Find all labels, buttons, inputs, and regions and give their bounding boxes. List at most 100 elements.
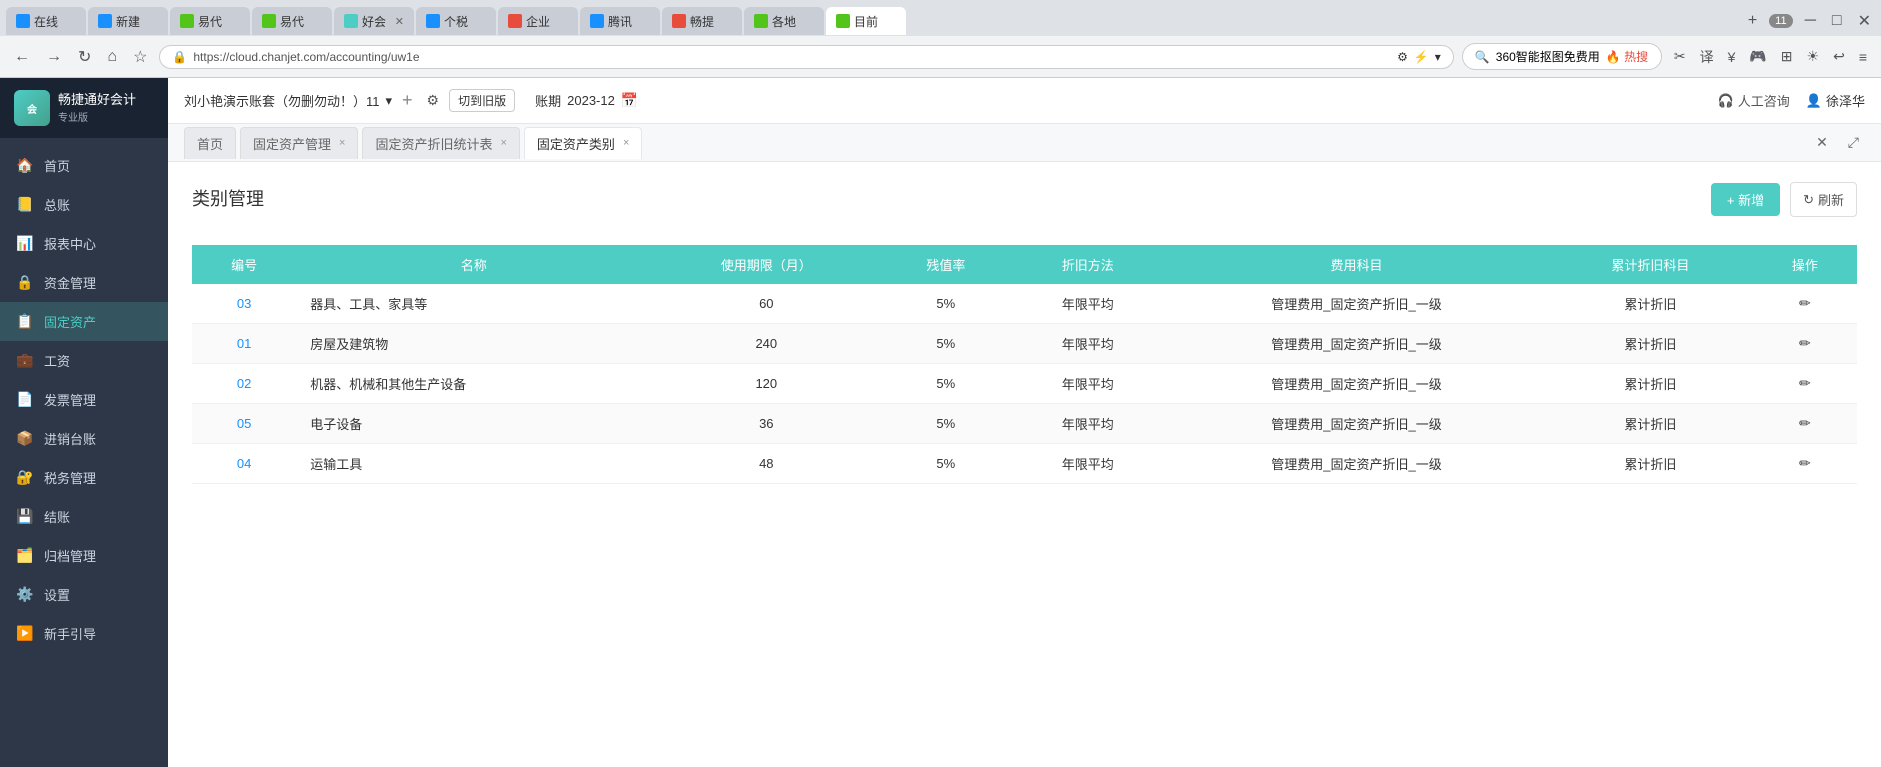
window-close-button[interactable]: ✕: [1854, 7, 1875, 35]
edit-button-row-2[interactable]: ✏: [1753, 364, 1857, 404]
page-tab-category-tab[interactable]: 固定资产类别 ×: [524, 127, 642, 159]
calendar-icon[interactable]: 📅: [621, 92, 638, 109]
content-toolbar: + 新增 ↻ 刷新: [1711, 182, 1857, 217]
home-button[interactable]: ⌂: [103, 44, 121, 70]
page-tab-fixed-assets-mgmt-tab[interactable]: 固定资产管理 ×: [240, 127, 358, 159]
col-header-3: 残值率: [881, 245, 1010, 284]
grid-icon[interactable]: ⊞: [1777, 44, 1797, 69]
sidebar-item-invoices[interactable]: 📄发票管理: [0, 380, 168, 419]
sidebar-item-purchase-sales[interactable]: 📦进销台账: [0, 419, 168, 458]
sidebar-item-salary[interactable]: 💼工资: [0, 341, 168, 380]
sidebar-label-tax: 税务管理: [44, 468, 96, 487]
page-tab-close-fixed-assets-mgmt-tab[interactable]: ×: [339, 137, 345, 149]
translate-icon[interactable]: 译: [1696, 43, 1718, 71]
sidebar-label-purchase-sales: 进销台账: [44, 429, 96, 448]
table-body: 03器具、工具、家具等605%年限平均管理费用_固定资产折旧_一级累计折旧✏01…: [192, 284, 1857, 484]
sidebar-label-guide: 新手引导: [44, 624, 96, 643]
browser-tab-tab11[interactable]: 目前: [826, 7, 906, 35]
wallet-icon[interactable]: ¥: [1724, 45, 1740, 69]
browser-tab-tab9[interactable]: 畅提: [662, 7, 742, 35]
browser-chrome: 在线新建易代易代好会✕个税企业腾讯畅提各地目前 + 11 ─ □ ✕ ← → ↻…: [0, 0, 1881, 78]
browser-tab-tab3[interactable]: 易代: [170, 7, 250, 35]
sidebar-item-archive[interactable]: 🗂️ 归档管理: [0, 536, 168, 575]
address-bar[interactable]: 🔒 https://cloud.chanjet.com/accounting/u…: [159, 45, 1453, 69]
page-tab-home-tab[interactable]: 首页: [184, 127, 236, 159]
consult-button[interactable]: 🎧 人工咨询: [1718, 91, 1790, 110]
search-text: 360智能抠图免费用: [1496, 48, 1600, 65]
cell-0-1: 器具、工具、家具等: [296, 284, 651, 324]
search-bar[interactable]: 🔍 360智能抠图免费用 🔥 热搜: [1462, 43, 1662, 70]
switch-version-button[interactable]: 切到旧版: [449, 89, 515, 112]
expand-tab-button[interactable]: ⤢: [1842, 132, 1865, 153]
tab-close-tab5[interactable]: ✕: [395, 15, 404, 28]
tab-bar: 在线新建易代易代好会✕个税企业腾讯畅提各地目前 + 11 ─ □ ✕: [0, 0, 1881, 36]
col-header-2: 使用期限（月）: [651, 245, 881, 284]
table-row: 04运输工具485%年限平均管理费用_固定资产折旧_一级累计折旧✏: [192, 444, 1857, 484]
sidebar-label-ledger: 总账: [44, 195, 70, 214]
close-tab-button[interactable]: ✕: [1810, 132, 1834, 153]
page-tab-close-category-tab[interactable]: ×: [623, 137, 629, 149]
sidebar-item-tax[interactable]: 🔐税务管理: [0, 458, 168, 497]
period-label: 账期: [535, 91, 561, 110]
page-tab-nav: 首页固定资产管理 ×固定资产折旧统计表 ×固定资产类别 × ✕ ⤢: [168, 124, 1881, 162]
refresh-button[interactable]: ↻ 刷新: [1790, 182, 1857, 217]
col-header-0: 编号: [192, 245, 296, 284]
browser-tab-tab10[interactable]: 各地: [744, 7, 824, 35]
browser-tab-tab2[interactable]: 新建: [88, 7, 168, 35]
user-name-display: 👤 徐泽华: [1806, 91, 1865, 110]
forward-button[interactable]: →: [42, 44, 66, 70]
settings-gear-icon[interactable]: ⚙: [423, 88, 444, 113]
window-maximize-button[interactable]: □: [1828, 8, 1846, 34]
sidebar-item-funds[interactable]: 🔒资金管理: [0, 263, 168, 302]
bookmark-button[interactable]: ☆: [129, 43, 151, 71]
sidebar-item-fixed-assets[interactable]: 📋固定资产: [0, 302, 168, 341]
sidebar-icon-archive: 🗂️: [16, 547, 34, 565]
sidebar-item-settings[interactable]: ⚙️设置: [0, 575, 168, 614]
game-icon[interactable]: 🎮: [1745, 44, 1770, 69]
window-minimize-button[interactable]: ─: [1801, 8, 1820, 34]
address-text: https://cloud.chanjet.com/accounting/uw1…: [193, 50, 1391, 64]
cell-4-6: 累计折旧: [1548, 444, 1753, 484]
browser-tab-tab4[interactable]: 易代: [252, 7, 332, 35]
page-tab-depreciation-stat-tab[interactable]: 固定资产折旧统计表 ×: [362, 127, 519, 159]
edit-button-row-3[interactable]: ✏: [1753, 404, 1857, 444]
tab-favicon-tab2: [98, 14, 112, 28]
add-button[interactable]: + 新增: [1711, 183, 1780, 216]
cell-4-5: 管理费用_固定资产折旧_一级: [1165, 444, 1548, 484]
table-row: 03器具、工具、家具等605%年限平均管理费用_固定资产折旧_一级累计折旧✏: [192, 284, 1857, 324]
edit-button-row-1[interactable]: ✏: [1753, 324, 1857, 364]
sidebar-item-guide[interactable]: ▶️新手引导: [0, 614, 168, 653]
browser-tab-tab7[interactable]: 企业: [498, 7, 578, 35]
brightness-icon[interactable]: ☀: [1803, 44, 1824, 69]
browser-tab-tab8[interactable]: 腾讯: [580, 7, 660, 35]
tab-favicon-tab4: [262, 14, 276, 28]
browser-tab-tab5[interactable]: 好会✕: [334, 7, 414, 35]
reload-button[interactable]: ↻: [74, 43, 95, 71]
tab-label-tab9: 畅提: [690, 13, 714, 30]
edit-button-row-4[interactable]: ✏: [1753, 444, 1857, 484]
back-button[interactable]: ←: [10, 44, 34, 70]
page-tab-label-home-tab: 首页: [197, 134, 223, 153]
sidebar-label-archive: 归档管理: [44, 546, 96, 565]
undo-icon[interactable]: ↩: [1829, 44, 1849, 69]
page-tab-close-depreciation-stat-tab[interactable]: ×: [500, 137, 506, 149]
new-tab-button[interactable]: +: [1744, 8, 1761, 34]
tab-label-tab8: 腾讯: [608, 13, 632, 30]
logo-subtitle: 专业版: [58, 109, 136, 124]
page-content: 类别管理 + 新增 ↻ 刷新 编号名称使用期限（月）残值率折旧方法费用科目累计折…: [168, 162, 1881, 767]
sidebar-item-settlement[interactable]: 💾结账: [0, 497, 168, 536]
sidebar: 会 畅捷通好会计 专业版 🏠首页📒总账📊报表中心🔒资金管理📋固定资产💼工资📄发票…: [0, 78, 168, 767]
dropdown-icon: ▾: [1435, 50, 1441, 64]
edit-button-row-0[interactable]: ✏: [1753, 284, 1857, 324]
scissors-icon[interactable]: ✂: [1670, 44, 1690, 69]
sidebar-item-home[interactable]: 🏠首页: [0, 146, 168, 185]
col-header-6: 累计折旧科目: [1548, 245, 1753, 284]
sidebar-item-ledger[interactable]: 📒总账: [0, 185, 168, 224]
browser-tab-tab1[interactable]: 在线: [6, 7, 86, 35]
sidebar-logo: 会 畅捷通好会计 专业版: [0, 78, 168, 138]
menu-icon[interactable]: ≡: [1855, 45, 1871, 69]
sidebar-item-reports[interactable]: 📊报表中心: [0, 224, 168, 263]
add-account-button[interactable]: +: [398, 86, 417, 115]
tab-favicon-tab1: [16, 14, 30, 28]
browser-tab-tab6[interactable]: 个税: [416, 7, 496, 35]
